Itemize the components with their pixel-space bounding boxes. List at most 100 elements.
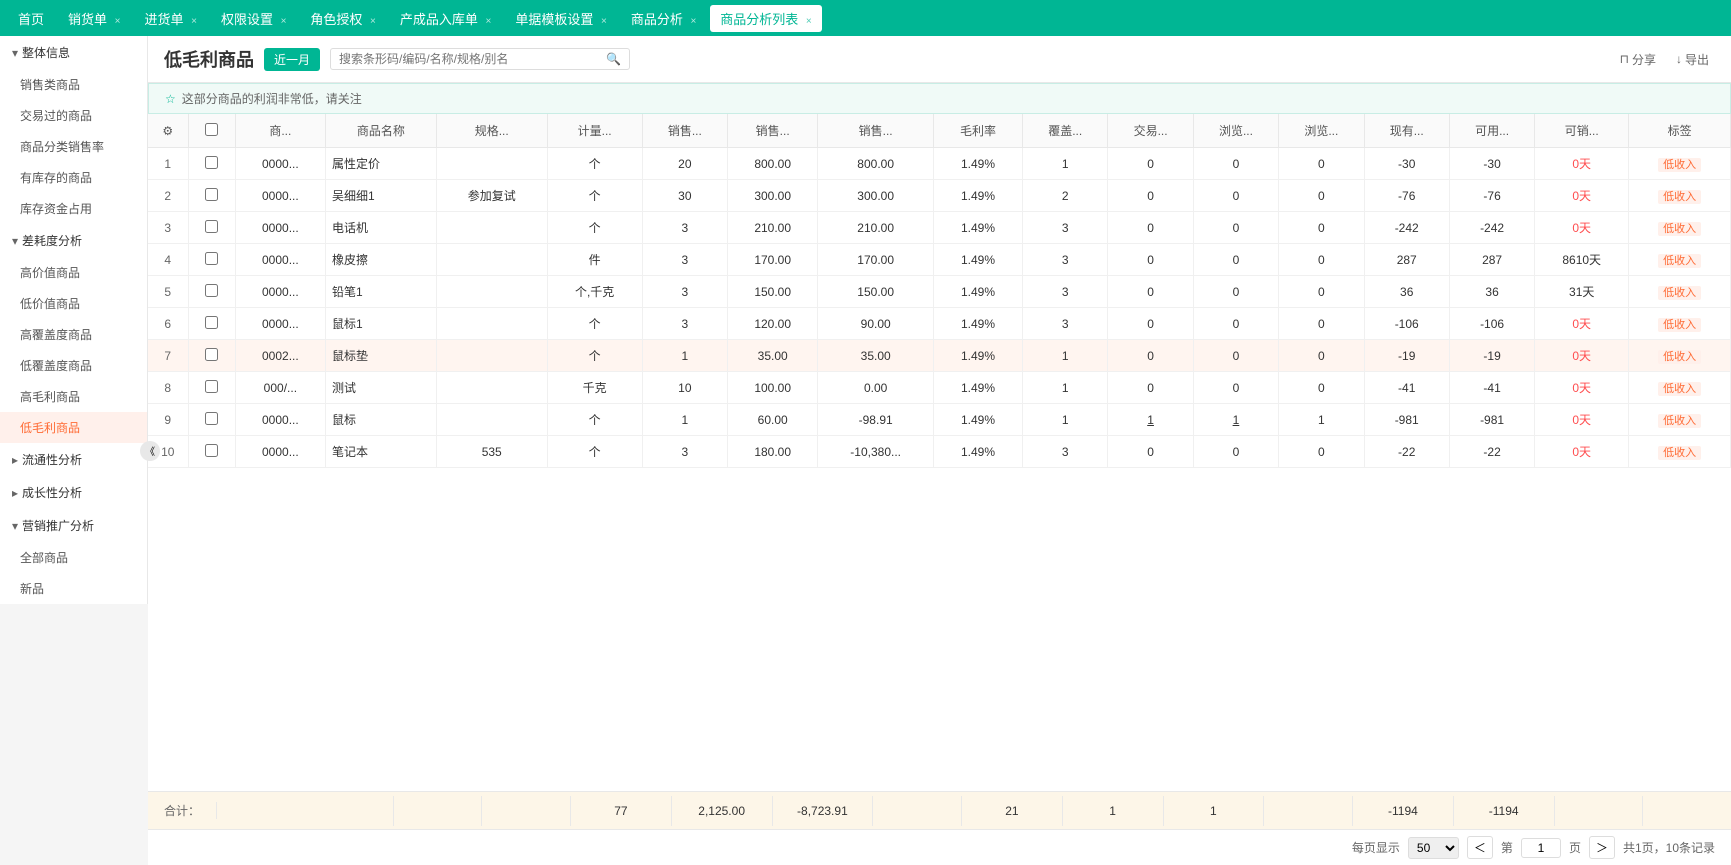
sidebar-item-high-value[interactable]: 高价值商品 [0,257,147,288]
row-name[interactable]: 笔记本 [325,436,436,468]
col-browse1[interactable]: 浏览... [1193,114,1278,148]
page-number-input[interactable] [1521,838,1561,858]
nav-close-analysis-list[interactable]: × [806,16,812,27]
row-checkbox[interactable] [188,372,235,404]
row-checkbox[interactable] [188,340,235,372]
row-checkbox[interactable] [188,148,235,180]
col-unit[interactable]: 计量... [547,114,642,148]
col-avail[interactable]: 可用... [1449,114,1534,148]
nav-close-permissions[interactable]: × [281,16,287,27]
date-filter-button[interactable]: 近一月 [264,48,320,71]
share-button[interactable]: ⊓ 分享 [1614,48,1662,71]
row-select-checkbox[interactable] [205,252,218,265]
col-code[interactable]: 商... [235,114,325,148]
sidebar-collapse-button[interactable]: 《 [140,441,160,461]
nav-analysis[interactable]: 商品分析 × [621,5,706,32]
row-select-checkbox[interactable] [205,156,218,169]
row-name[interactable]: 吴细细1 [325,180,436,212]
next-page-button[interactable]: ＞ [1589,836,1615,859]
col-qty[interactable]: 销售... [642,114,727,148]
col-browse2[interactable]: 浏览... [1279,114,1364,148]
row-name[interactable]: 鼠标1 [325,308,436,340]
row-checkbox[interactable] [188,308,235,340]
row-checkbox[interactable] [188,180,235,212]
col-stock[interactable]: 现有... [1364,114,1449,148]
row-select-checkbox[interactable] [205,188,218,201]
col-spec[interactable]: 规格... [436,114,547,148]
row-checkbox[interactable] [188,436,235,468]
table-row: 10 0000... 笔记本 535 个 3 180.00 -10,380...… [148,436,1731,468]
col-margin[interactable]: 毛利率 [934,114,1023,148]
nav-template[interactable]: 单据模板设置 × [505,5,616,32]
sidebar-group-liquidity[interactable]: ▸ 流通性分析 [0,443,147,476]
row-name[interactable]: 测试 [325,372,436,404]
row-select-checkbox[interactable] [205,444,218,457]
nav-purchase[interactable]: 进货单 × [134,5,206,32]
nav-close-analysis[interactable]: × [690,16,696,27]
nav-roles[interactable]: 角色授权 × [300,5,385,32]
row-browse1: 0 [1193,436,1278,468]
nav-products[interactable]: 产成品入库单 × [390,5,501,32]
col-amount[interactable]: 销售... [818,114,934,148]
col-saleable[interactable]: 可销... [1535,114,1629,148]
nav-close-products[interactable]: × [486,16,492,27]
sidebar-group-marketing[interactable]: ▾ 营销推广分析 [0,509,147,542]
row-browse1[interactable]: 1 [1193,404,1278,436]
row-select-checkbox[interactable] [205,412,218,425]
col-checkbox[interactable] [188,114,235,148]
col-name[interactable]: 商品名称 [325,114,436,148]
select-all-checkbox[interactable] [205,123,218,136]
total-info: 共1页，10条记录 [1623,839,1715,856]
sidebar-group-general[interactable]: ▾ 整体信息 [0,36,147,69]
search-input[interactable] [339,52,606,66]
row-name[interactable]: 鼠标垫 [325,340,436,372]
sidebar-item-low-value[interactable]: 低价值商品 [0,288,147,319]
col-price[interactable]: 销售... [728,114,818,148]
row-name[interactable]: 属性定价 [325,148,436,180]
search-icon[interactable]: 🔍 [606,52,621,66]
row-name[interactable]: 鼠标 [325,404,436,436]
export-button[interactable]: ↓ 导出 [1670,48,1715,71]
nav-close-sales[interactable]: × [115,16,121,27]
sidebar-item-category-rate[interactable]: 商品分类销售率 [0,131,147,162]
col-settings[interactable]: ⚙ [148,114,188,148]
sidebar-item-high-coverage[interactable]: 高覆盖度商品 [0,319,147,350]
sidebar-item-capital[interactable]: 库存资金占用 [0,193,147,224]
nav-sales[interactable]: 销货单 × [58,5,130,32]
sidebar-item-low-margin[interactable]: 低毛利商品 [0,412,147,443]
row-select-checkbox[interactable] [205,284,218,297]
sidebar-group-consumption[interactable]: ▾ 差耗度分析 [0,224,147,257]
sidebar-item-all-goods[interactable]: 全部商品 [0,542,147,573]
sidebar-item-traded-goods[interactable]: 交易过的商品 [0,100,147,131]
row-name[interactable]: 橡皮擦 [325,244,436,276]
row-checkbox[interactable] [188,244,235,276]
sidebar-item-low-coverage[interactable]: 低覆盖度商品 [0,350,147,381]
nav-home[interactable]: 首页 [8,5,54,32]
nav-close-purchase[interactable]: × [191,16,197,27]
row-trade[interactable]: 1 [1108,404,1193,436]
prev-page-button[interactable]: ＜ [1467,836,1493,859]
row-select-checkbox[interactable] [205,316,218,329]
row-checkbox[interactable] [188,404,235,436]
nav-analysis-list[interactable]: 商品分析列表 × [710,5,821,32]
row-select-checkbox[interactable] [205,380,218,393]
nav-close-template[interactable]: × [601,16,607,27]
row-name[interactable]: 电话机 [325,212,436,244]
sidebar-item-sales-goods[interactable]: 销售类商品 [0,69,147,100]
page-size-select[interactable]: 50 100 200 [1408,837,1459,859]
row-select-checkbox[interactable] [205,348,218,361]
nav-permissions[interactable]: 权限设置 × [211,5,296,32]
sidebar-group-growth[interactable]: ▸ 成长性分析 [0,476,147,509]
col-coverage[interactable]: 覆盖... [1023,114,1108,148]
sidebar-item-high-margin[interactable]: 高毛利商品 [0,381,147,412]
col-tag[interactable]: 标签 [1629,114,1731,148]
sidebar-item-new-goods[interactable]: 新品 [0,573,147,604]
col-trade[interactable]: 交易... [1108,114,1193,148]
nav-close-roles[interactable]: × [370,16,376,27]
row-amount: 0.00 [818,372,934,404]
row-checkbox[interactable] [188,212,235,244]
sidebar-item-in-stock[interactable]: 有库存的商品 [0,162,147,193]
row-select-checkbox[interactable] [205,220,218,233]
row-name[interactable]: 铅笔1 [325,276,436,308]
row-checkbox[interactable] [188,276,235,308]
